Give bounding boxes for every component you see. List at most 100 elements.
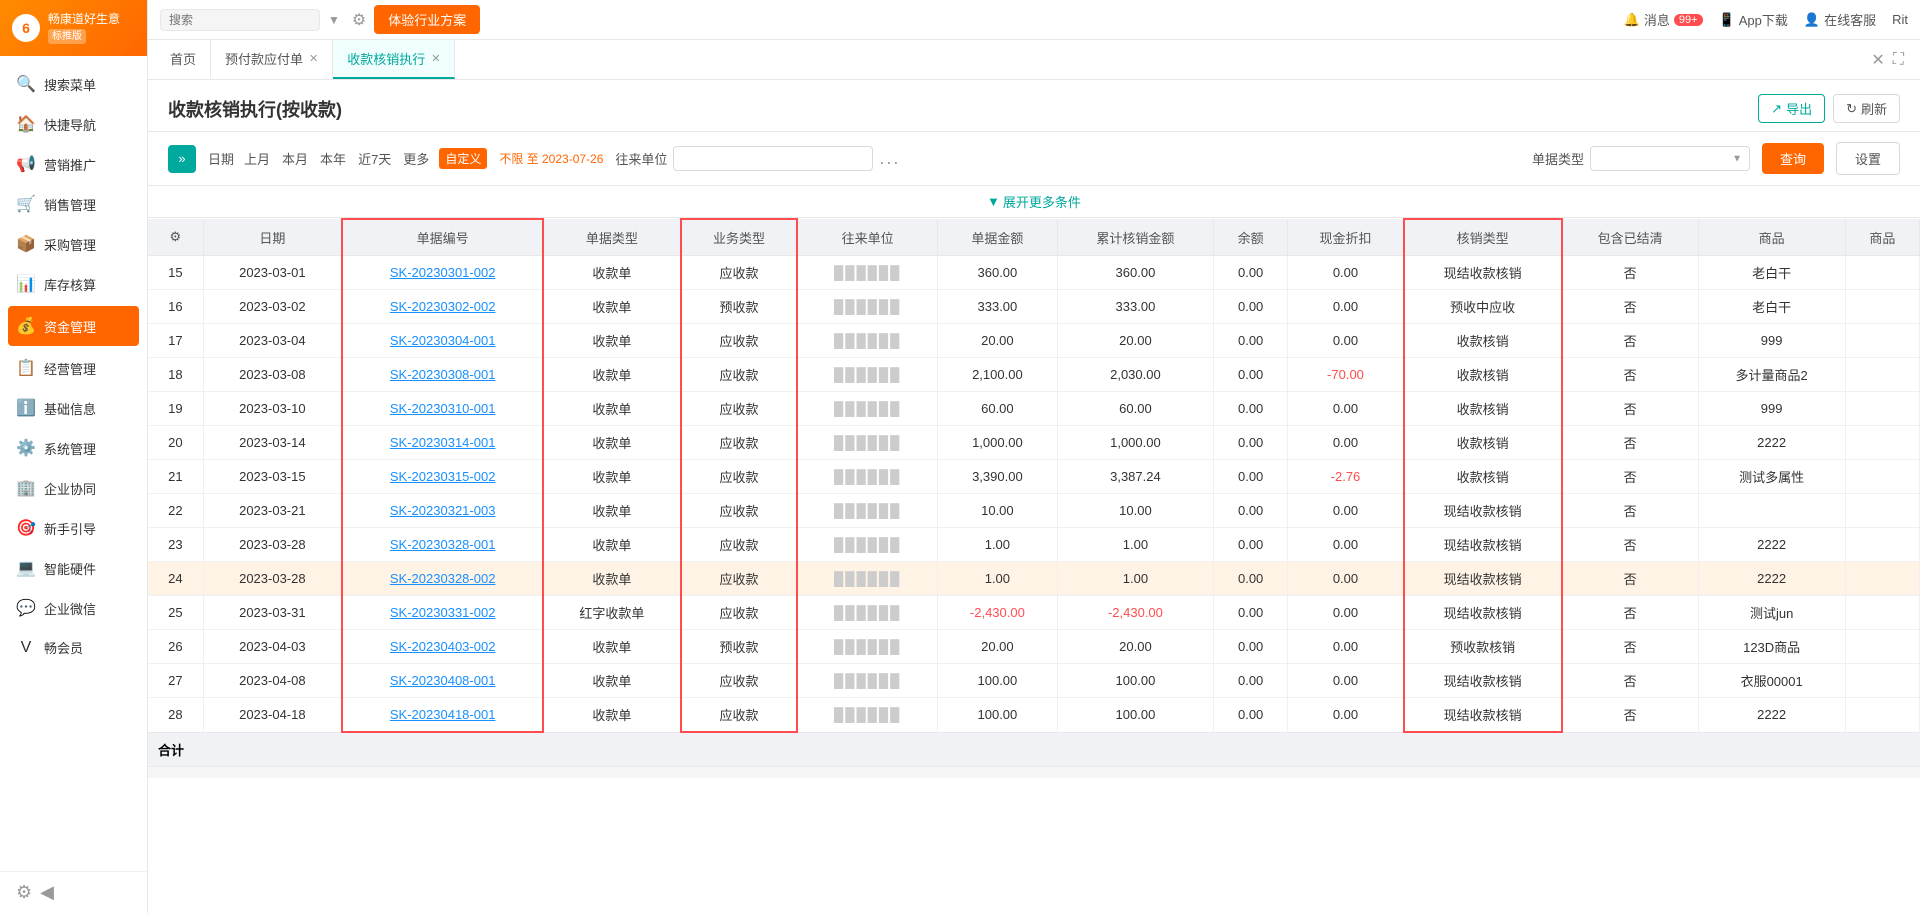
cell-sn[interactable]: SK-20230310-001 xyxy=(342,392,543,426)
date-btn-上月[interactable]: 上月 xyxy=(240,147,274,170)
solution-button[interactable]: 体验行业方案 xyxy=(374,5,480,34)
sidebar-item-marketing[interactable]: 📢营销推广 xyxy=(0,144,147,184)
cell-date: 2023-03-28 xyxy=(203,528,342,562)
cell-biz-type: 预收款 xyxy=(681,630,798,664)
cell-goods2 xyxy=(1845,460,1919,494)
footer-label: 合计 xyxy=(148,732,342,766)
date-btn-本月[interactable]: 本月 xyxy=(278,147,312,170)
export-button[interactable]: ↗ 导出 xyxy=(1758,94,1825,123)
app-download-action[interactable]: 📱 App下载 xyxy=(1719,10,1788,29)
filter-expand-btn[interactable]: ▼ 展开更多条件 xyxy=(987,192,1081,211)
cell-sn[interactable]: SK-20230328-001 xyxy=(342,528,543,562)
date-btn-本年[interactable]: 本年 xyxy=(316,147,350,170)
cell-balance: 0.00 xyxy=(1214,562,1288,596)
cell-cancel-type: 收款核销 xyxy=(1404,324,1562,358)
collapse-icon[interactable]: ◀ xyxy=(40,882,54,903)
date-custom-btn[interactable]: 自定义 xyxy=(439,148,487,169)
sidebar-item-purchase[interactable]: 📦采购管理 xyxy=(0,224,147,264)
message-action[interactable]: 🔔 消息 99+ xyxy=(1624,10,1703,29)
cell-date: 2023-03-14 xyxy=(203,426,342,460)
close-tab-icon[interactable]: ✕ xyxy=(1871,50,1884,70)
date-btn-更多[interactable]: 更多 xyxy=(399,147,433,170)
sidebar-item-basic[interactable]: ℹ️基础信息 xyxy=(0,388,147,428)
tab-collection[interactable]: 收款核销执行✕ xyxy=(333,40,455,79)
cell-include-settled: 否 xyxy=(1562,324,1699,358)
sidebar-item-sales[interactable]: 🛒销售管理 xyxy=(0,184,147,224)
tab-close-collection[interactable]: ✕ xyxy=(431,52,440,65)
cell-goods2 xyxy=(1845,290,1919,324)
cell-biz-type: 应收款 xyxy=(681,494,798,528)
gear-icon[interactable]: ⚙ xyxy=(352,10,366,30)
cell-seq: 20 xyxy=(148,426,203,460)
sidebar-item-shortcut[interactable]: 🏠快捷导航 xyxy=(0,104,147,144)
sidebar-item-system[interactable]: ⚙️系统管理 xyxy=(0,428,147,468)
setting-button[interactable]: 设置 xyxy=(1836,142,1900,175)
cell-sn[interactable]: SK-20230304-001 xyxy=(342,324,543,358)
th-cash-discount: 现金折扣 xyxy=(1288,219,1404,256)
cell-sn[interactable]: SK-20230315-002 xyxy=(342,460,543,494)
sidebar-item-inventory[interactable]: 📊库存核算 xyxy=(0,264,147,304)
cell-sn[interactable]: SK-20230302-002 xyxy=(342,290,543,324)
cell-sn[interactable]: SK-20230331-002 xyxy=(342,596,543,630)
page-header: 收款核销执行(按收款) ↗ 导出 ↻ 刷新 xyxy=(148,80,1920,132)
tab-home[interactable]: 首页 xyxy=(156,40,211,79)
service-action[interactable]: 👤 在线客服 xyxy=(1804,10,1876,29)
cell-cash-discount: 0.00 xyxy=(1288,596,1404,630)
sidebar-item-hardware[interactable]: 💻智能硬件 xyxy=(0,548,147,588)
cell-seq: 25 xyxy=(148,596,203,630)
maximize-icon[interactable]: ⛶ xyxy=(1893,51,1904,69)
sidebar-menu: 🔍搜索菜单🏠快捷导航📢营销推广🛒销售管理📦采购管理📊库存核算💰资金管理📋经营管理… xyxy=(0,56,147,871)
page-header-actions: ↗ 导出 ↻ 刷新 xyxy=(1758,94,1900,123)
query-button[interactable]: 查询 xyxy=(1762,143,1824,174)
counterpart-input[interactable] xyxy=(673,146,873,171)
cell-sn[interactable]: SK-20230308-001 xyxy=(342,358,543,392)
cell-seq: 17 xyxy=(148,324,203,358)
cell-sn[interactable]: SK-20230408-001 xyxy=(342,664,543,698)
th-sn: 单据编号 xyxy=(342,219,543,256)
sidebar-item-wechat[interactable]: 💬企业微信 xyxy=(0,588,147,628)
sidebar-item-search[interactable]: 🔍搜索菜单 xyxy=(0,64,147,104)
sidebar-item-operations[interactable]: 📋经营管理 xyxy=(0,348,147,388)
cell-cancel-type: 预收款核销 xyxy=(1404,630,1562,664)
cell-sn[interactable]: SK-20230314-001 xyxy=(342,426,543,460)
cell-sn[interactable]: SK-20230328-002 xyxy=(342,562,543,596)
bill-type-select[interactable] xyxy=(1590,146,1750,171)
table-row: 21 2023-03-15 SK-20230315-002 收款单 应收款 ██… xyxy=(148,460,1920,494)
settings-icon[interactable]: ⚙ xyxy=(16,882,32,903)
cell-cancel-amount: 3,387.24 xyxy=(1057,460,1213,494)
cell-date: 2023-03-08 xyxy=(203,358,342,392)
cell-sn[interactable]: SK-20230403-002 xyxy=(342,630,543,664)
filter-date-range-group: 不限 至 2023-07-26 xyxy=(499,150,603,167)
horizontal-scrollbar[interactable] xyxy=(148,766,1920,778)
cell-sn[interactable]: SK-20230418-001 xyxy=(342,698,543,733)
cell-biz-type: 应收款 xyxy=(681,460,798,494)
filter-toggle-button[interactable]: » xyxy=(168,145,196,173)
date-btn-近7天[interactable]: 近7天 xyxy=(354,147,395,170)
cell-date: 2023-03-31 xyxy=(203,596,342,630)
tab-close-prepay[interactable]: ✕ xyxy=(309,52,318,65)
sidebar-item-member[interactable]: V畅会员 xyxy=(0,628,147,667)
sidebar-item-finance[interactable]: 💰资金管理 xyxy=(8,306,139,346)
table-row: 20 2023-03-14 SK-20230314-001 收款单 应收款 ██… xyxy=(148,426,1920,460)
cell-biz-type: 应收款 xyxy=(681,358,798,392)
more-dots[interactable]: ... xyxy=(879,148,900,169)
cell-balance: 0.00 xyxy=(1214,290,1288,324)
cell-bill-type: 收款单 xyxy=(543,324,680,358)
tab-prepay[interactable]: 预付款应付单✕ xyxy=(211,40,333,79)
cell-goods2 xyxy=(1845,392,1919,426)
sidebar-item-corp[interactable]: 🏢企业协同 xyxy=(0,468,147,508)
cell-include-settled: 否 xyxy=(1562,256,1699,290)
dropdown-arrow-icon[interactable]: ▼ xyxy=(328,13,340,27)
cell-goods: 2222 xyxy=(1698,426,1845,460)
tabbar: 首页预付款应付单✕收款核销执行✕✕⛶ xyxy=(148,40,1920,80)
cell-cancel-type: 现结收款核销 xyxy=(1404,698,1562,733)
sidebar-logo: 6 畅康道好生意 标推版 xyxy=(0,0,147,56)
th-include-settled: 包含已结清 xyxy=(1562,219,1699,256)
table-row: 27 2023-04-08 SK-20230408-001 收款单 应收款 ██… xyxy=(148,664,1920,698)
cell-sn[interactable]: SK-20230301-002 xyxy=(342,256,543,290)
sidebar-item-guide[interactable]: 🎯新手引导 xyxy=(0,508,147,548)
cell-sn[interactable]: SK-20230321-003 xyxy=(342,494,543,528)
search-input[interactable] xyxy=(160,9,320,31)
refresh-button[interactable]: ↻ 刷新 xyxy=(1833,94,1900,123)
cell-seq: 21 xyxy=(148,460,203,494)
